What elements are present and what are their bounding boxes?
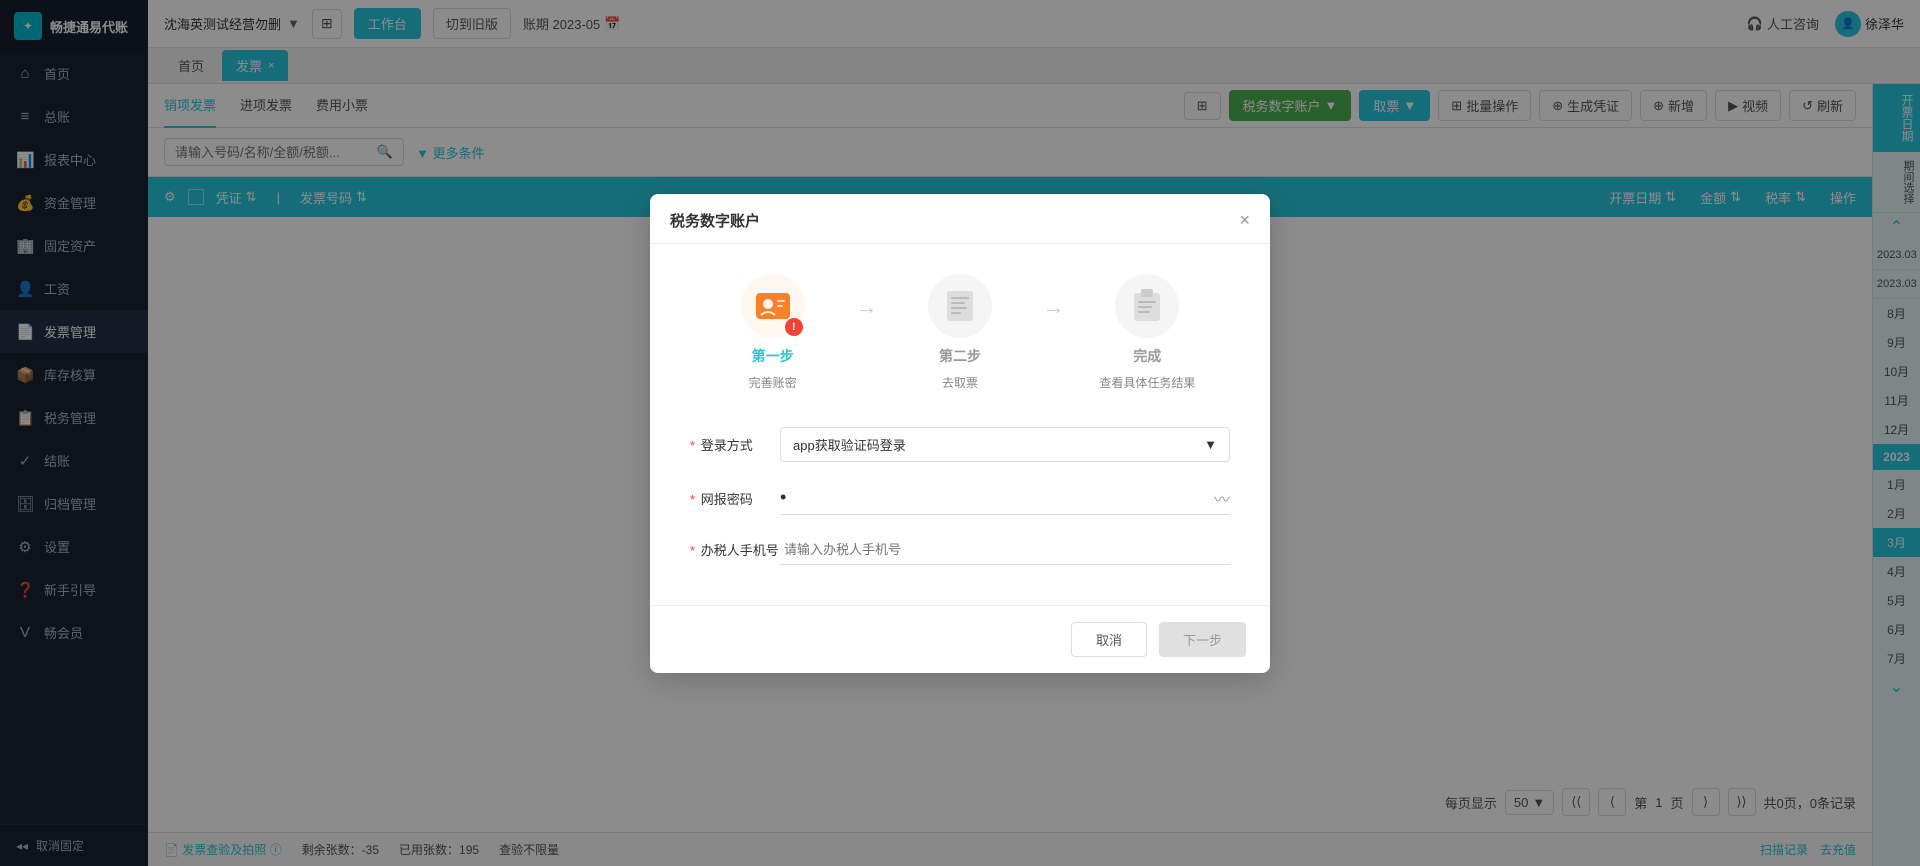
eye-toggle-icon[interactable]: 〰 bbox=[1214, 486, 1230, 510]
step-2-icon-wrap bbox=[928, 274, 992, 338]
dialog-body: ! 第一步 完善账密 → bbox=[650, 244, 1270, 605]
dialog-title: 税务数字账户 bbox=[670, 210, 760, 231]
next-button[interactable]: 下一步 bbox=[1159, 622, 1246, 657]
dialog-overlay: 税务数字账户 × ! bbox=[0, 0, 1920, 866]
password-row: * 网报密码 〰 bbox=[690, 482, 1230, 515]
phone-row: * 办税人手机号 bbox=[690, 535, 1230, 565]
document-icon bbox=[941, 287, 979, 325]
step-2: 第二步 去取票 bbox=[877, 274, 1042, 391]
close-button[interactable]: × bbox=[1239, 211, 1250, 229]
step-arrow-1: → bbox=[855, 294, 877, 320]
cancel-button[interactable]: 取消 bbox=[1071, 622, 1147, 657]
step-2-label: 第二步 bbox=[939, 346, 981, 366]
dialog-footer: 取消 下一步 bbox=[650, 605, 1270, 673]
step-1: ! 第一步 完善账密 bbox=[690, 274, 855, 391]
tax-account-dialog: 税务数字账户 × ! bbox=[650, 194, 1270, 673]
phone-input-wrap bbox=[780, 535, 1230, 565]
step-1-icon-wrap: ! bbox=[741, 274, 805, 338]
step-1-error-badge: ! bbox=[785, 318, 803, 336]
login-method-select[interactable]: app获取验证码登录 ▼ bbox=[780, 427, 1230, 462]
clipboard-icon bbox=[1128, 287, 1166, 325]
step-3-desc: 查看具体任务结果 bbox=[1099, 374, 1195, 391]
login-method-label: * 登录方式 bbox=[690, 435, 780, 454]
phone-input[interactable] bbox=[784, 542, 1226, 557]
step-1-label: 第一步 bbox=[752, 346, 794, 366]
step-3: 完成 查看具体任务结果 bbox=[1065, 274, 1230, 391]
chevron-down-icon: ▼ bbox=[1204, 437, 1217, 452]
step-3-icon-wrap bbox=[1115, 274, 1179, 338]
password-input[interactable] bbox=[780, 487, 1214, 508]
password-input-wrap: 〰 bbox=[780, 482, 1230, 515]
step-1-desc: 完善账密 bbox=[749, 374, 797, 391]
step-arrow-2: → bbox=[1043, 294, 1065, 320]
password-label: * 网报密码 bbox=[690, 489, 780, 508]
dialog-header: 税务数字账户 × bbox=[650, 194, 1270, 244]
step-2-desc: 去取票 bbox=[942, 374, 978, 391]
phone-label: * 办税人手机号 bbox=[690, 540, 780, 559]
step-3-label: 完成 bbox=[1133, 346, 1161, 366]
login-method-row: * 登录方式 app获取验证码登录 ▼ bbox=[690, 427, 1230, 462]
steps-indicator: ! 第一步 完善账密 → bbox=[690, 274, 1230, 391]
